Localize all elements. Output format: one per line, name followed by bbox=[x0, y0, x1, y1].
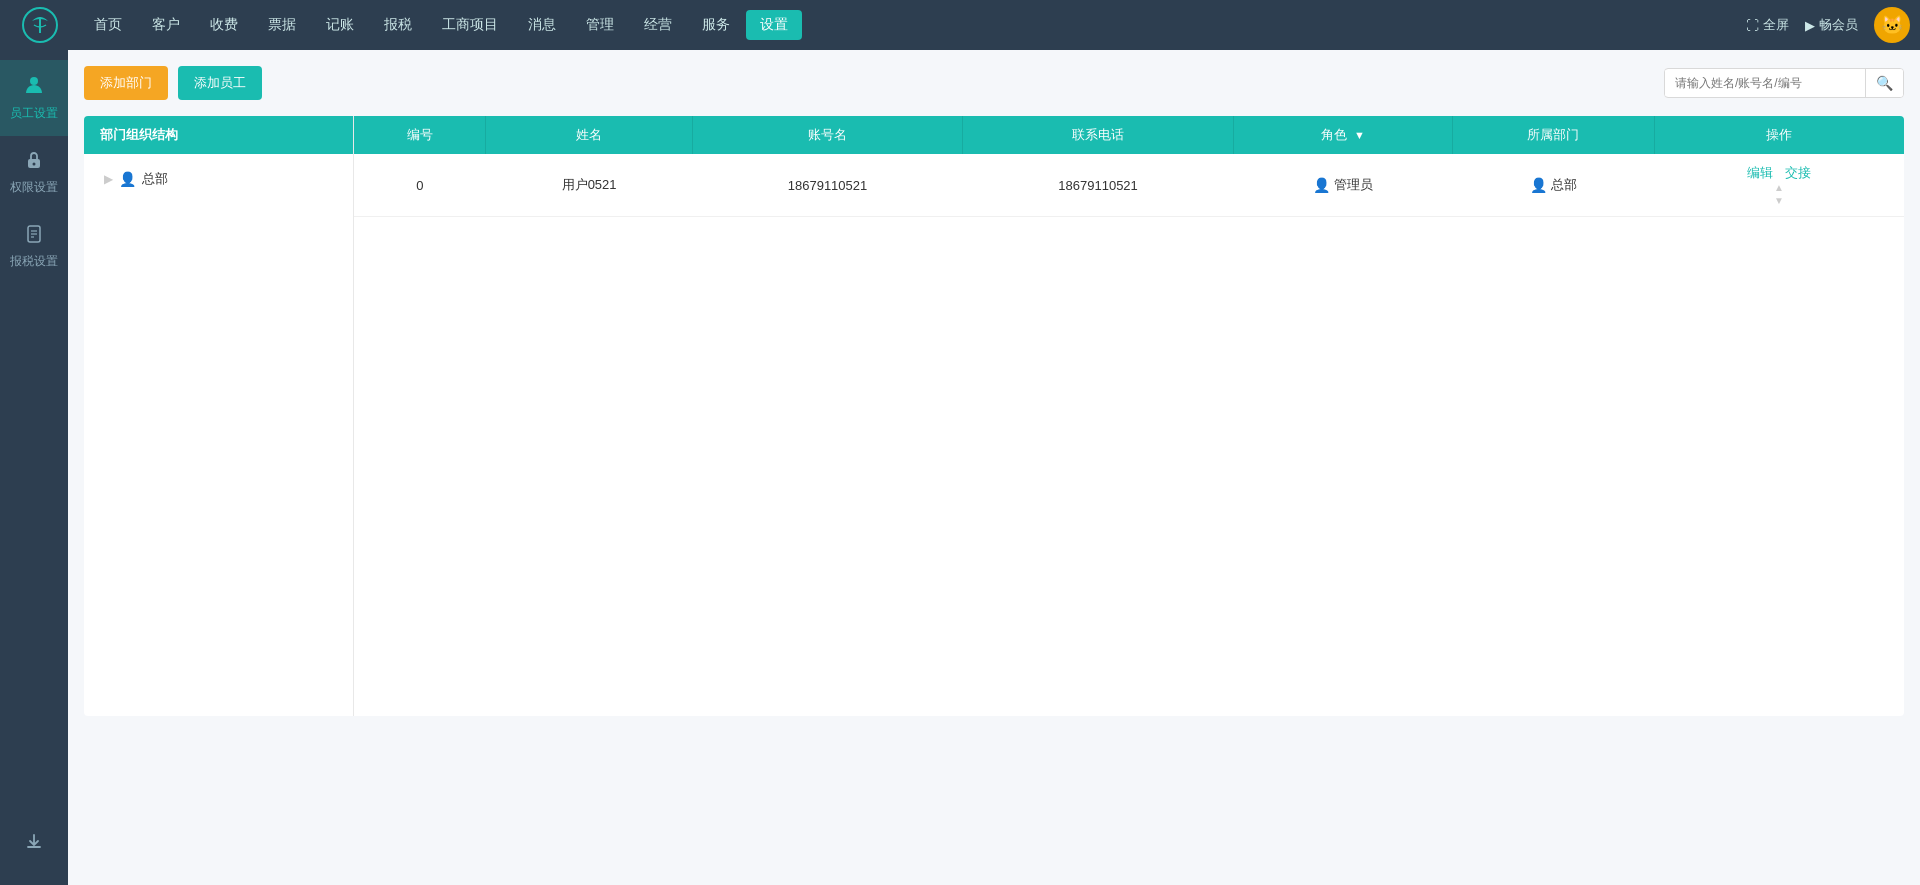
cell-actions: 编辑 交接 ▲ ▼ bbox=[1654, 154, 1904, 217]
search-button[interactable]: 🔍 bbox=[1865, 69, 1903, 97]
tree-item-root[interactable]: ▶ 👤 总部 bbox=[96, 164, 341, 194]
nav-item-service[interactable]: 服务 bbox=[688, 10, 744, 40]
cell-id: 0 bbox=[354, 154, 486, 217]
cell-role: 👤 管理员 bbox=[1233, 154, 1453, 217]
nav-item-business[interactable]: 工商项目 bbox=[428, 10, 512, 40]
table-panel: 编号 姓名 账号名 联系电话 角色 ▼ 所属部门 操作 bbox=[354, 116, 1904, 716]
nav-item-operation[interactable]: 经营 bbox=[630, 10, 686, 40]
sidebar-item-employee[interactable]: 员工设置 bbox=[0, 60, 68, 136]
lock-icon bbox=[24, 150, 44, 175]
col-id: 编号 bbox=[354, 116, 486, 154]
dept-label: 总部 bbox=[1551, 176, 1577, 194]
tree-person-icon: 👤 bbox=[119, 171, 136, 187]
col-role[interactable]: 角色 ▼ bbox=[1233, 116, 1453, 154]
role-person-icon: 👤 bbox=[1313, 177, 1330, 193]
nav-item-manage[interactable]: 管理 bbox=[572, 10, 628, 40]
logo-icon bbox=[22, 7, 58, 43]
fullscreen-icon: ⛶ bbox=[1746, 18, 1759, 33]
fullscreen-label: 全屏 bbox=[1763, 16, 1789, 34]
sidebar-item-download[interactable] bbox=[20, 818, 48, 871]
tree-expand-icon: ▶ bbox=[104, 172, 113, 186]
tree-item-label: 总部 bbox=[142, 170, 333, 188]
avatar[interactable]: 🐱 bbox=[1874, 7, 1910, 43]
fullscreen-button[interactable]: ⛶ 全屏 bbox=[1746, 16, 1789, 34]
role-filter-icon: ▼ bbox=[1354, 129, 1365, 141]
col-dept: 所属部门 bbox=[1453, 116, 1654, 154]
edit-button[interactable]: 编辑 bbox=[1747, 165, 1773, 180]
col-phone: 联系电话 bbox=[963, 116, 1234, 154]
search-box: 🔍 bbox=[1664, 68, 1904, 98]
content-area: 添加部门 添加员工 🔍 部门组织结构 ▶ 👤 总部 bbox=[68, 50, 1920, 885]
cell-dept: 👤 总部 bbox=[1453, 154, 1654, 217]
col-name: 姓名 bbox=[486, 116, 692, 154]
person-icon bbox=[23, 74, 45, 101]
vip-icon: ▶ bbox=[1805, 18, 1815, 33]
add-employee-button[interactable]: 添加员工 bbox=[178, 66, 262, 100]
nav-items: 首页 客户 收费 票据 记账 报税 工商项目 消息 管理 经营 服务 设置 bbox=[80, 10, 1746, 40]
sidebar: 员工设置 权限设置 报税设置 bbox=[0, 50, 68, 885]
search-icon: 🔍 bbox=[1876, 75, 1893, 91]
sidebar-item-permission[interactable]: 权限设置 bbox=[0, 136, 68, 210]
cell-name: 用户0521 bbox=[486, 154, 692, 217]
nav-item-invoice[interactable]: 票据 bbox=[254, 10, 310, 40]
top-nav: 首页 客户 收费 票据 记账 报税 工商项目 消息 管理 经营 服务 设置 ⛶ … bbox=[0, 0, 1920, 50]
nav-item-bookkeeping[interactable]: 记账 bbox=[312, 10, 368, 40]
nav-item-billing[interactable]: 收费 bbox=[196, 10, 252, 40]
vip-button[interactable]: ▶ 畅会员 bbox=[1805, 16, 1858, 34]
role-label: 管理员 bbox=[1334, 176, 1373, 194]
toolbar: 添加部门 添加员工 🔍 bbox=[84, 66, 1904, 100]
cell-phone: 18679110521 bbox=[963, 154, 1234, 217]
transfer-button[interactable]: 交接 bbox=[1785, 165, 1811, 180]
nav-item-message[interactable]: 消息 bbox=[514, 10, 570, 40]
file-icon bbox=[24, 224, 44, 249]
add-dept-button[interactable]: 添加部门 bbox=[84, 66, 168, 100]
sidebar-item-permission-label: 权限设置 bbox=[10, 179, 58, 196]
sidebar-bottom bbox=[20, 818, 48, 885]
nav-item-settings[interactable]: 设置 bbox=[746, 10, 802, 40]
col-actions: 操作 bbox=[1654, 116, 1904, 154]
nav-item-client[interactable]: 客户 bbox=[138, 10, 194, 40]
main-layout: 员工设置 权限设置 报税设置 bbox=[0, 50, 1920, 885]
search-input[interactable] bbox=[1665, 70, 1865, 96]
col-account: 账号名 bbox=[692, 116, 963, 154]
svg-point-3 bbox=[33, 163, 36, 166]
vip-label: 畅会员 bbox=[1819, 16, 1858, 34]
svg-point-1 bbox=[30, 77, 38, 85]
cell-account: 18679110521 bbox=[692, 154, 963, 217]
scroll-arrows: ▲ ▼ bbox=[1666, 182, 1892, 206]
employee-table: 编号 姓名 账号名 联系电话 角色 ▼ 所属部门 操作 bbox=[354, 116, 1904, 217]
nav-item-home[interactable]: 首页 bbox=[80, 10, 136, 40]
sidebar-item-tax-settings[interactable]: 报税设置 bbox=[0, 210, 68, 284]
download-icon bbox=[24, 832, 44, 857]
logo bbox=[10, 7, 70, 43]
sidebar-item-employee-label: 员工设置 bbox=[10, 105, 58, 122]
nav-item-tax[interactable]: 报税 bbox=[370, 10, 426, 40]
table-row: 0 用户0521 18679110521 18679110521 👤 管理员 bbox=[354, 154, 1904, 217]
dept-person-icon: 👤 bbox=[1530, 177, 1547, 193]
tree-body: ▶ 👤 总部 bbox=[84, 154, 353, 204]
tree-header: 部门组织结构 bbox=[84, 116, 353, 154]
main-panel: 部门组织结构 ▶ 👤 总部 编号 姓名 账号名 bbox=[84, 116, 1904, 716]
tree-panel: 部门组织结构 ▶ 👤 总部 bbox=[84, 116, 354, 716]
sidebar-item-tax-label: 报税设置 bbox=[10, 253, 58, 270]
nav-right: ⛶ 全屏 ▶ 畅会员 🐱 bbox=[1746, 7, 1910, 43]
